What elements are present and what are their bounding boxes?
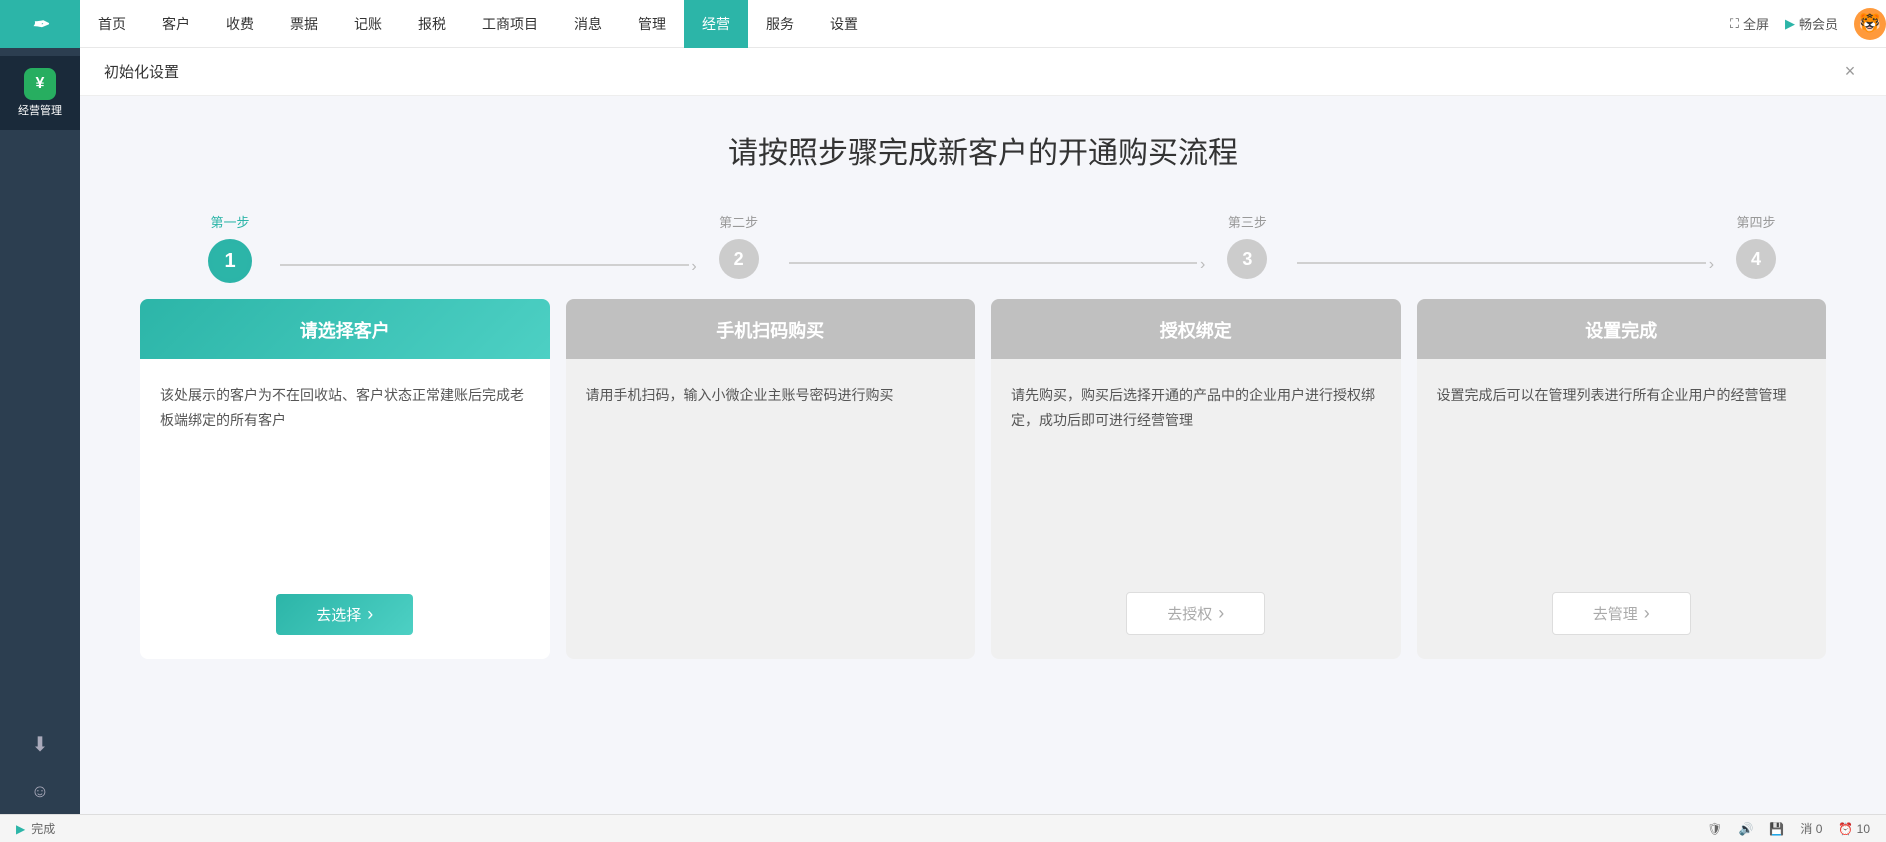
logo: ✒: [0, 0, 80, 48]
main-content: 初始化设置 × 请按照步骤完成新客户的开通购买流程 第一步 1: [80, 48, 1886, 814]
sidebar-support[interactable]: ☺: [0, 769, 80, 814]
step2-circle: 2: [719, 239, 759, 279]
card2-body: 请用手机扫码，输入小微企业主账号密码进行购买: [566, 359, 976, 619]
nav-business[interactable]: 工商项目: [464, 0, 556, 48]
step2-label: 第二步: [719, 212, 758, 231]
card4-footer: 去管理 ›: [1417, 576, 1827, 659]
card1-button[interactable]: 去选择 ›: [276, 594, 413, 635]
card2-header: 手机扫码购买: [566, 299, 976, 359]
volume-icon: 🔊: [1738, 822, 1753, 836]
nav-settings[interactable]: 设置: [812, 0, 876, 48]
card3-body: 请先购买，购买后选择开通的产品中的企业用户进行授权绑定，成功后即可进行经营管理: [991, 359, 1401, 576]
fullscreen-btn[interactable]: ⛶ 全屏: [1730, 14, 1769, 33]
avatar[interactable]: 🐯: [1854, 8, 1886, 40]
sidebar-bottom: ⬇ ☺: [0, 720, 80, 814]
card4-button[interactable]: 去管理 ›: [1552, 592, 1691, 635]
card4-header: 设置完成: [1417, 299, 1827, 359]
notification-count: 消 0: [1800, 820, 1822, 837]
time-display: ⏰ 10: [1838, 822, 1870, 836]
connector2: ›: [789, 262, 1198, 264]
download-icon: ⬇: [32, 732, 49, 757]
card3-header: 授权绑定: [991, 299, 1401, 359]
main-heading: 请按照步骤完成新客户的开通购买流程: [120, 128, 1846, 172]
support-icon: ☺: [31, 781, 49, 802]
nav-fee[interactable]: 收费: [208, 0, 272, 48]
page-title: 初始化设置: [104, 61, 179, 82]
card3-button[interactable]: 去授权 ›: [1126, 592, 1265, 635]
step3-label: 第三步: [1228, 212, 1267, 231]
card-3: 授权绑定 请先购买，购买后选择开通的产品中的企业用户进行授权绑定，成功后即可进行…: [991, 299, 1401, 659]
operation-icon: ¥: [24, 68, 56, 100]
step1-label: 第一步: [210, 212, 249, 231]
card4-body: 设置完成后可以在管理列表进行所有企业用户的经营管理: [1417, 359, 1827, 576]
member-btn[interactable]: ▶ 畅会员: [1785, 14, 1838, 33]
step4-label: 第四步: [1737, 212, 1776, 231]
card-4: 设置完成 设置完成后可以在管理列表进行所有企业用户的经营管理 去管理 ›: [1417, 299, 1827, 659]
sidebar-item-label: 经营管理: [18, 104, 62, 118]
status-bar-left: ▶ 完成: [16, 820, 55, 837]
play-icon: ▶: [1785, 16, 1795, 32]
nav-operation[interactable]: 经营: [684, 0, 748, 48]
step4-circle: 4: [1736, 239, 1776, 279]
save-icon: 💾: [1769, 822, 1784, 836]
page-header: 初始化设置 ×: [80, 48, 1886, 96]
nav-tax[interactable]: 报税: [400, 0, 464, 48]
shield-icon: 🛡: [1707, 822, 1722, 836]
card1-footer: 去选择 ›: [140, 578, 550, 659]
fullscreen-icon: ⛶: [1730, 16, 1739, 32]
card1-header: 请选择客户: [140, 299, 550, 359]
content-area: 请按照步骤完成新客户的开通购买流程 第一步 1 ›: [80, 96, 1886, 683]
nav-home[interactable]: 首页: [80, 0, 144, 48]
sidebar: ¥ 经营管理 ⬇ ☺: [0, 48, 80, 814]
sidebar-download[interactable]: ⬇: [0, 720, 80, 769]
status-bar: ▶ 完成 🛡 🔊 💾 消 0 ⏰ 10: [0, 814, 1886, 842]
connector1: ›: [280, 264, 689, 266]
nav-manage[interactable]: 管理: [620, 0, 684, 48]
play-status-icon: ▶: [16, 822, 25, 836]
connector3: ›: [1297, 262, 1706, 264]
card1-body: 该处展示的客户为不在回收站、客户状态正常建账后完成老板端绑定的所有客户: [140, 359, 550, 578]
nav-bill[interactable]: 票据: [272, 0, 336, 48]
nav-message[interactable]: 消息: [556, 0, 620, 48]
step1-circle: 1: [208, 239, 252, 283]
card-2: 手机扫码购买 请用手机扫码，输入小微企业主账号密码进行购买: [566, 299, 976, 659]
logo-icon: ✒: [32, 12, 49, 37]
card3-footer: 去授权 ›: [991, 576, 1401, 659]
close-button[interactable]: ×: [1838, 60, 1862, 84]
nav-account[interactable]: 记账: [336, 0, 400, 48]
card-1: 请选择客户 该处展示的客户为不在回收站、客户状态正常建账后完成老板端绑定的所有客…: [140, 299, 550, 659]
cards-container: 请选择客户 该处展示的客户为不在回收站、客户状态正常建账后完成老板端绑定的所有客…: [120, 299, 1846, 659]
status-text: 完成: [31, 820, 55, 837]
sidebar-item-operation[interactable]: ¥ 经营管理: [0, 56, 80, 130]
nav-service[interactable]: 服务: [748, 0, 812, 48]
step3-circle: 3: [1227, 239, 1267, 279]
status-bar-right: 🛡 🔊 💾 消 0 ⏰ 10: [1707, 820, 1870, 837]
nav-customer[interactable]: 客户: [144, 0, 208, 48]
card2-footer: [566, 619, 976, 659]
